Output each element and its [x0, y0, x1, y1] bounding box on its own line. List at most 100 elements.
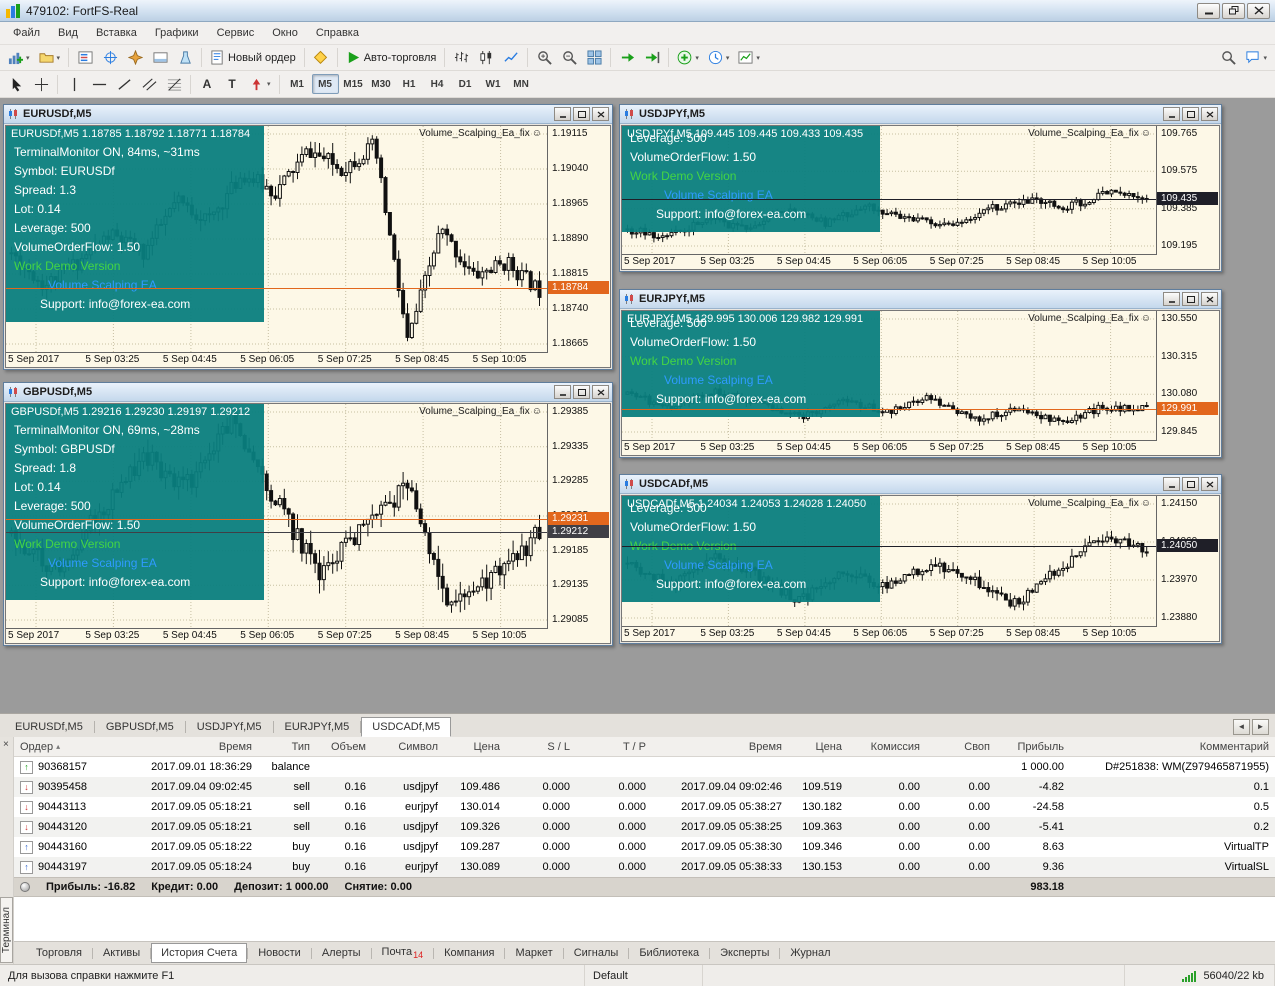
column-header-close-price[interactable]: Цена — [788, 737, 848, 756]
terminal-tab-news[interactable]: Новости — [248, 943, 311, 963]
arrows-tool-button[interactable]: ▾ — [245, 73, 275, 95]
terminal-tab-account-history[interactable]: История Счета — [151, 943, 248, 963]
tab-scroll-right-icon[interactable]: ► — [1252, 718, 1269, 735]
menu-tools[interactable]: Сервис — [208, 24, 264, 42]
trendline-tool-button[interactable] — [112, 73, 136, 95]
history-row[interactable]: 90443160 2017.09.05 05:18:22buy0.16usdjp… — [14, 837, 1275, 857]
chart-area[interactable]: Leverage: 500 VolumeOrderFlow: 1.50 Work D… — [622, 126, 1157, 254]
terminal-toggle-button[interactable] — [148, 47, 172, 69]
chart-restore-button[interactable] — [1182, 292, 1199, 306]
title-bar[interactable]: 479102: FortFS-Real — [0, 0, 1275, 22]
terminal-tab-company[interactable]: Компания — [434, 943, 504, 963]
timeframe-m30-button[interactable]: M30 — [368, 74, 395, 94]
history-row[interactable]: 90443120 2017.09.05 05:18:21sell0.16usdj… — [14, 817, 1275, 837]
timeframe-h1-button[interactable]: H1 — [396, 74, 423, 94]
timeframe-mn-button[interactable]: MN — [508, 74, 535, 94]
column-header-tp[interactable]: T / P — [576, 737, 652, 756]
history-row[interactable]: 90443113 2017.09.05 05:18:21sell0.16eurj… — [14, 797, 1275, 817]
timeframe-w1-button[interactable]: W1 — [480, 74, 507, 94]
chart-minimize-button[interactable] — [554, 385, 571, 399]
chart-minimize-button[interactable] — [1163, 477, 1180, 491]
tab-scroll-left-icon[interactable]: ◄ — [1233, 718, 1250, 735]
terminal-tab-market[interactable]: Маркет — [505, 943, 562, 963]
history-row[interactable]: 90395458 2017.09.04 09:02:45sell0.16usdj… — [14, 777, 1275, 797]
chart-area[interactable]: TerminalMonitor ON, 69ms, ~28ms Symbol: G… — [6, 404, 548, 628]
column-header-profit[interactable]: Прибыль — [996, 737, 1070, 756]
history-row[interactable]: 90368157 2017.09.01 18:36:29balance1 000… — [14, 757, 1275, 777]
price-axis[interactable]: 1.241501.240601.239701.238801.24050 — [1157, 496, 1219, 626]
chart-tab-eurjpyf[interactable]: EURJPYf,M5 — [274, 717, 361, 737]
indicators-button[interactable]: ▾ — [673, 47, 703, 69]
terminal-tab-signals[interactable]: Сигналы — [564, 943, 629, 963]
chart-area[interactable]: Leverage: 500 VolumeOrderFlow: 1.50 Work D… — [622, 496, 1157, 626]
time-axis[interactable]: 5 Sep 2017 5 Sep 03:25 5 Sep 04:45 5 Sep 06… — [622, 626, 1157, 641]
close-button[interactable] — [1247, 2, 1270, 19]
chart-tab-gbpusdf[interactable]: GBPUSDf,M5 — [95, 717, 185, 737]
chart-close-button[interactable] — [1201, 292, 1218, 306]
crosshair-tool-button[interactable] — [29, 73, 53, 95]
zoom-in-button[interactable] — [532, 47, 556, 69]
timeframe-d1-button[interactable]: D1 — [452, 74, 479, 94]
chart-area[interactable]: TerminalMonitor ON, 84ms, ~31ms Symbol: E… — [6, 126, 548, 352]
column-header-symbol[interactable]: Символ — [372, 737, 444, 756]
search-button[interactable] — [1216, 47, 1240, 69]
periods-button[interactable]: ▾ — [704, 47, 734, 69]
minimize-button[interactable] — [1197, 2, 1220, 19]
chart-minimize-button[interactable] — [1163, 107, 1180, 121]
time-axis[interactable]: 5 Sep 2017 5 Sep 03:25 5 Sep 04:45 5 Sep 06… — [6, 628, 548, 643]
price-axis[interactable]: 1.19115 1.19040 1.18965 1.18890 1.18815 1.187… — [548, 126, 610, 352]
terminal-tab-library[interactable]: Библиотека — [629, 943, 709, 963]
bar-chart-button[interactable] — [449, 47, 473, 69]
chart-tab-eurusdf[interactable]: EURUSDf,M5 — [4, 717, 94, 737]
channel-tool-button[interactable] — [137, 73, 161, 95]
menu-insert[interactable]: Вставка — [87, 24, 146, 42]
autotrading-button[interactable]: Авто-торговля — [342, 47, 441, 69]
data-window-button[interactable] — [98, 47, 122, 69]
chart-close-button[interactable] — [1201, 107, 1218, 121]
column-header-order[interactable]: Ордер ▴ — [14, 737, 146, 756]
profiles-button[interactable]: ▾ — [35, 47, 65, 69]
column-header-comment[interactable]: Комментарий — [1070, 737, 1275, 756]
column-header-open-time[interactable]: Время — [146, 737, 258, 756]
zoom-out-button[interactable] — [557, 47, 581, 69]
label-tool-button[interactable]: T — [220, 73, 244, 95]
metaeditor-button[interactable] — [309, 47, 333, 69]
chart-restore-button[interactable] — [573, 107, 590, 121]
chart-close-button[interactable] — [1201, 477, 1218, 491]
navigator-button[interactable] — [123, 47, 147, 69]
time-axis[interactable]: 5 Sep 2017 5 Sep 03:25 5 Sep 04:45 5 Sep 06… — [622, 254, 1157, 269]
terminal-side-tab[interactable]: Терминал — [0, 897, 13, 963]
time-axis[interactable]: 5 Sep 2017 5 Sep 03:25 5 Sep 04:45 5 Sep 06… — [622, 440, 1157, 455]
chart-tab-usdcadf[interactable]: USDCADf,M5 — [361, 716, 452, 737]
column-header-volume[interactable]: Объем — [316, 737, 372, 756]
menu-view[interactable]: Вид — [49, 24, 87, 42]
line-chart-button[interactable] — [499, 47, 523, 69]
terminal-tab-alerts[interactable]: Алерты — [312, 943, 371, 963]
column-header-commission[interactable]: Комиссия — [848, 737, 926, 756]
terminal-tab-assets[interactable]: Активы — [93, 943, 150, 963]
strategy-tester-button[interactable] — [173, 47, 197, 69]
chart-title-bar[interactable]: GBPUSDf,M5 — [4, 383, 612, 402]
terminal-tab-trade[interactable]: Торговля — [26, 943, 92, 963]
chart-restore-button[interactable] — [1182, 107, 1199, 121]
chart-tab-usdjpyf[interactable]: USDJPYf,M5 — [186, 717, 273, 737]
new-chart-button[interactable]: ▾ — [4, 47, 34, 69]
column-header-swap[interactable]: Своп — [926, 737, 996, 756]
chart-close-button[interactable] — [592, 107, 609, 121]
chart-shift-button[interactable] — [640, 47, 664, 69]
time-axis[interactable]: 5 Sep 2017 5 Sep 03:25 5 Sep 04:45 5 Sep 06… — [6, 352, 548, 367]
history-row[interactable]: 90443197 2017.09.05 05:18:24buy0.16eurjp… — [14, 857, 1275, 877]
restore-button[interactable] — [1222, 2, 1245, 19]
timeframe-h4-button[interactable]: H4 — [424, 74, 451, 94]
column-header-open-price[interactable]: Цена — [444, 737, 506, 756]
chart-minimize-button[interactable] — [554, 107, 571, 121]
price-axis[interactable]: 130.550 130.315 130.080 129.845 129.991 — [1157, 311, 1219, 440]
timeframe-m15-button[interactable]: M15 — [340, 74, 367, 94]
cursor-tool-button[interactable] — [4, 73, 28, 95]
market-watch-button[interactable] — [73, 47, 97, 69]
candlestick-chart-button[interactable] — [474, 47, 498, 69]
templates-button[interactable]: ▾ — [734, 47, 764, 69]
chart-close-button[interactable] — [592, 385, 609, 399]
chat-button[interactable]: ▾ — [1241, 47, 1271, 69]
horizontal-line-tool-button[interactable] — [87, 73, 111, 95]
